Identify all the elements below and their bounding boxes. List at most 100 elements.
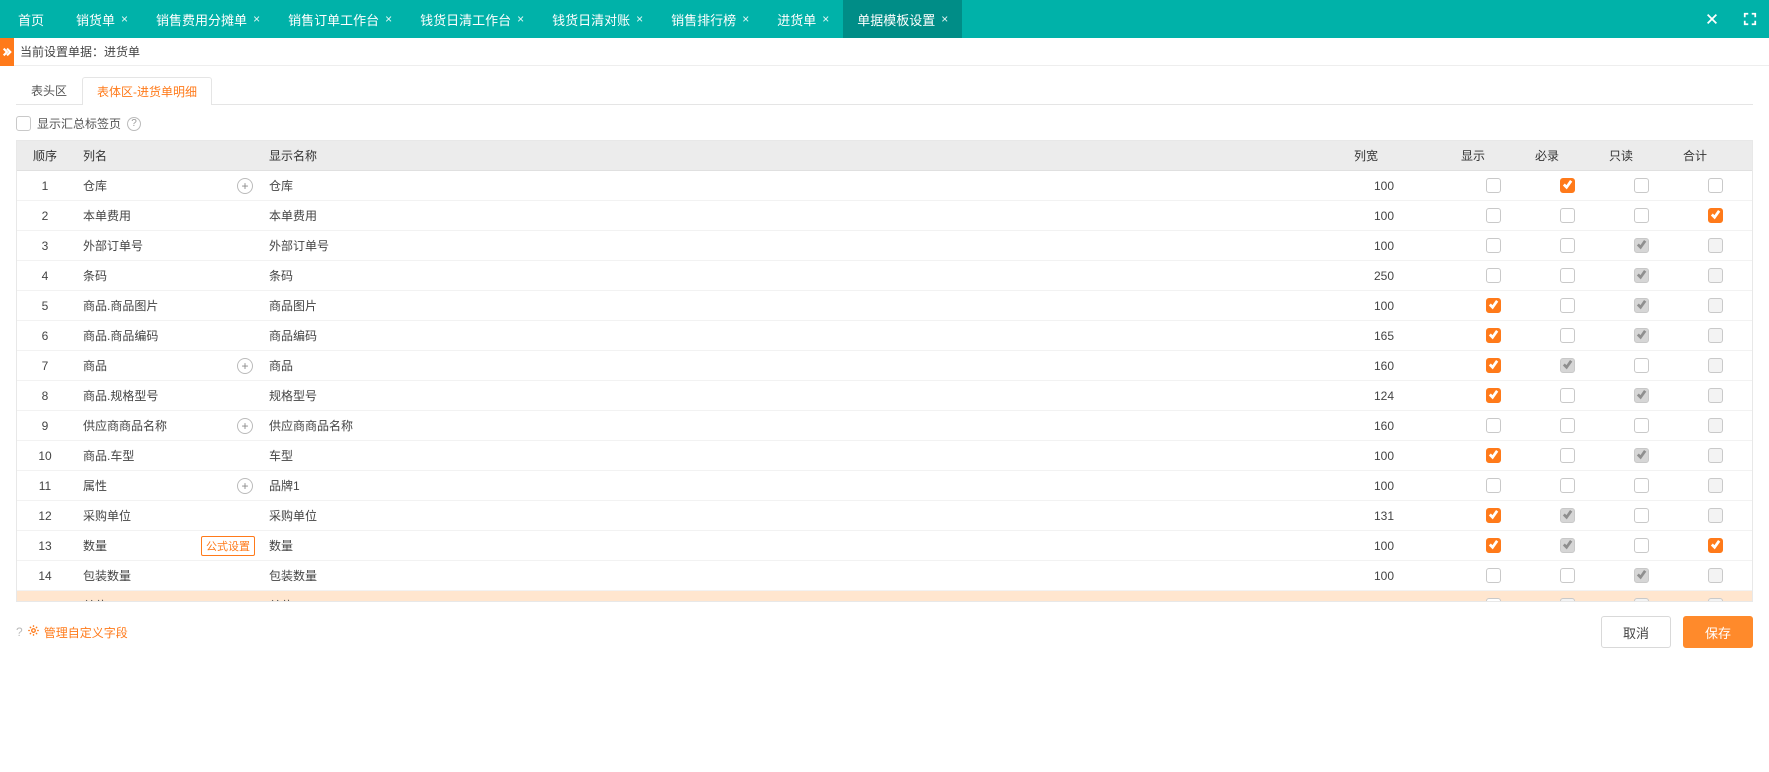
add-child-button[interactable]: +: [237, 358, 253, 374]
top-tab[interactable]: 销售排行榜×: [657, 0, 763, 38]
checkbox-show[interactable]: [1486, 238, 1501, 253]
cell-display-name[interactable]: 商品编码: [259, 321, 1364, 350]
table-row[interactable]: 8商品.规格型号规格型号124: [17, 381, 1752, 411]
cell-display-name[interactable]: 仓库: [259, 171, 1364, 200]
subtab[interactable]: 表头区: [16, 76, 82, 104]
tab-close-icon[interactable]: ×: [385, 12, 392, 26]
cell-display-name[interactable]: 外部订单号: [259, 231, 1364, 260]
add-child-button[interactable]: +: [237, 418, 253, 434]
table-row[interactable]: 7商品+商品160: [17, 351, 1752, 381]
top-tab-home[interactable]: 首页: [0, 0, 62, 38]
close-all-tabs-button[interactable]: [1693, 0, 1731, 38]
cell-width[interactable]: 160: [1364, 411, 1456, 440]
table-row[interactable]: 1仓库+仓库100: [17, 171, 1752, 201]
checkbox-show[interactable]: [1486, 508, 1501, 523]
cell-width[interactable]: 100: [1364, 201, 1456, 230]
cell-width[interactable]: 100: [1364, 291, 1456, 320]
tab-close-icon[interactable]: ×: [517, 12, 524, 26]
table-row[interactable]: 6商品.商品编码商品编码165: [17, 321, 1752, 351]
checkbox-required[interactable]: [1560, 448, 1575, 463]
checkbox-show[interactable]: [1486, 298, 1501, 313]
checkbox-required[interactable]: [1560, 418, 1575, 433]
manage-custom-fields-link[interactable]: 管理自定义字段: [44, 624, 128, 641]
checkbox-show[interactable]: [1486, 358, 1501, 373]
checkbox-show[interactable]: [1486, 388, 1501, 403]
checkbox-required[interactable]: [1560, 568, 1575, 583]
cell-display-name[interactable]: 商品图片: [259, 291, 1364, 320]
tab-close-icon[interactable]: ×: [742, 12, 749, 26]
footer-help-icon[interactable]: ?: [16, 625, 23, 639]
cell-display-name[interactable]: 商品: [259, 351, 1364, 380]
checkbox-show[interactable]: [1486, 568, 1501, 583]
cell-display-name[interactable]: 本单费用: [259, 201, 1364, 230]
checkbox-readonly[interactable]: [1634, 478, 1649, 493]
checkbox-required[interactable]: [1560, 268, 1575, 283]
add-child-button[interactable]: +: [237, 478, 253, 494]
cell-width[interactable]: 100: [1364, 171, 1456, 200]
cell-display-name[interactable]: 条码: [259, 261, 1364, 290]
checkbox-readonly[interactable]: [1634, 418, 1649, 433]
cell-width[interactable]: 100: [1364, 471, 1456, 500]
table-row[interactable]: 10商品.车型车型100: [17, 441, 1752, 471]
checkbox-readonly[interactable]: [1634, 178, 1649, 193]
formula-settings-button[interactable]: 公式设置: [201, 536, 255, 556]
subtab[interactable]: 表体区-进货单明细: [82, 77, 212, 105]
checkbox-required[interactable]: [1560, 238, 1575, 253]
cell-display-name[interactable]: 数量: [259, 531, 1364, 560]
checkbox-readonly[interactable]: [1634, 358, 1649, 373]
checkbox-total[interactable]: [1708, 208, 1723, 223]
cell-width[interactable]: 131: [1364, 501, 1456, 530]
tab-close-icon[interactable]: ×: [636, 12, 643, 26]
cell-width[interactable]: 250: [1364, 261, 1456, 290]
table-row[interactable]: 4条码条码250: [17, 261, 1752, 291]
checkbox-show[interactable]: [1486, 538, 1501, 553]
top-tab[interactable]: 进货单×: [763, 0, 843, 38]
table-row[interactable]: 2本单费用本单费用100: [17, 201, 1752, 231]
summary-help-icon[interactable]: ?: [127, 117, 141, 131]
top-tab[interactable]: 单据模板设置×: [843, 0, 962, 38]
checkbox-readonly[interactable]: [1634, 208, 1649, 223]
top-tab[interactable]: 钱货日清工作台×: [406, 0, 538, 38]
checkbox-required[interactable]: [1560, 208, 1575, 223]
top-tab[interactable]: 销货单×: [62, 0, 142, 38]
table-row[interactable]: 14包装数量包装数量100: [17, 561, 1752, 591]
tab-close-icon[interactable]: ×: [822, 12, 829, 26]
checkbox-show[interactable]: [1486, 208, 1501, 223]
checkbox-total[interactable]: [1708, 178, 1723, 193]
checkbox-total[interactable]: [1708, 538, 1723, 553]
cell-width[interactable]: 124: [1364, 381, 1456, 410]
cell-display-name[interactable]: 品牌1: [259, 471, 1364, 500]
cell-display-name[interactable]: 供应商商品名称: [259, 411, 1364, 440]
cell-width[interactable]: 100: [1364, 591, 1456, 601]
cell-display-name[interactable]: 车型: [259, 441, 1364, 470]
tab-close-icon[interactable]: ×: [121, 12, 128, 26]
table-row[interactable]: 3外部订单号外部订单号100: [17, 231, 1752, 261]
checkbox-required[interactable]: [1560, 298, 1575, 313]
checkbox-required[interactable]: [1560, 388, 1575, 403]
checkbox-required[interactable]: [1560, 328, 1575, 343]
fullscreen-button[interactable]: [1731, 0, 1769, 38]
checkbox-readonly[interactable]: [1634, 508, 1649, 523]
top-tab[interactable]: 销售费用分摊单×: [142, 0, 274, 38]
cell-width[interactable]: 165: [1364, 321, 1456, 350]
table-row[interactable]: 9供应商商品名称+供应商商品名称160: [17, 411, 1752, 441]
checkbox-required[interactable]: [1560, 178, 1575, 193]
add-child-button[interactable]: +: [237, 178, 253, 194]
save-button[interactable]: 保存: [1683, 616, 1753, 648]
checkbox-show[interactable]: [1486, 418, 1501, 433]
cell-display-name[interactable]: 包装数量: [259, 561, 1364, 590]
checkbox-show[interactable]: [1486, 268, 1501, 283]
breadcrumb-toggle[interactable]: [0, 38, 14, 66]
checkbox-show[interactable]: [1486, 448, 1501, 463]
cell-display-name[interactable]: 规格型号: [259, 381, 1364, 410]
table-row[interactable]: 15单位2单位2100: [17, 591, 1752, 601]
cell-display-name[interactable]: 单位2: [259, 591, 1364, 601]
table-row[interactable]: 13数量公式设置数量100: [17, 531, 1752, 561]
top-tab[interactable]: 销售订单工作台×: [274, 0, 406, 38]
tab-close-icon[interactable]: ×: [941, 12, 948, 26]
cell-width[interactable]: 160: [1364, 351, 1456, 380]
cell-width[interactable]: 100: [1364, 531, 1456, 560]
checkbox-readonly[interactable]: [1634, 538, 1649, 553]
table-row[interactable]: 11属性+品牌1100: [17, 471, 1752, 501]
table-row[interactable]: 5商品.商品图片商品图片100: [17, 291, 1752, 321]
